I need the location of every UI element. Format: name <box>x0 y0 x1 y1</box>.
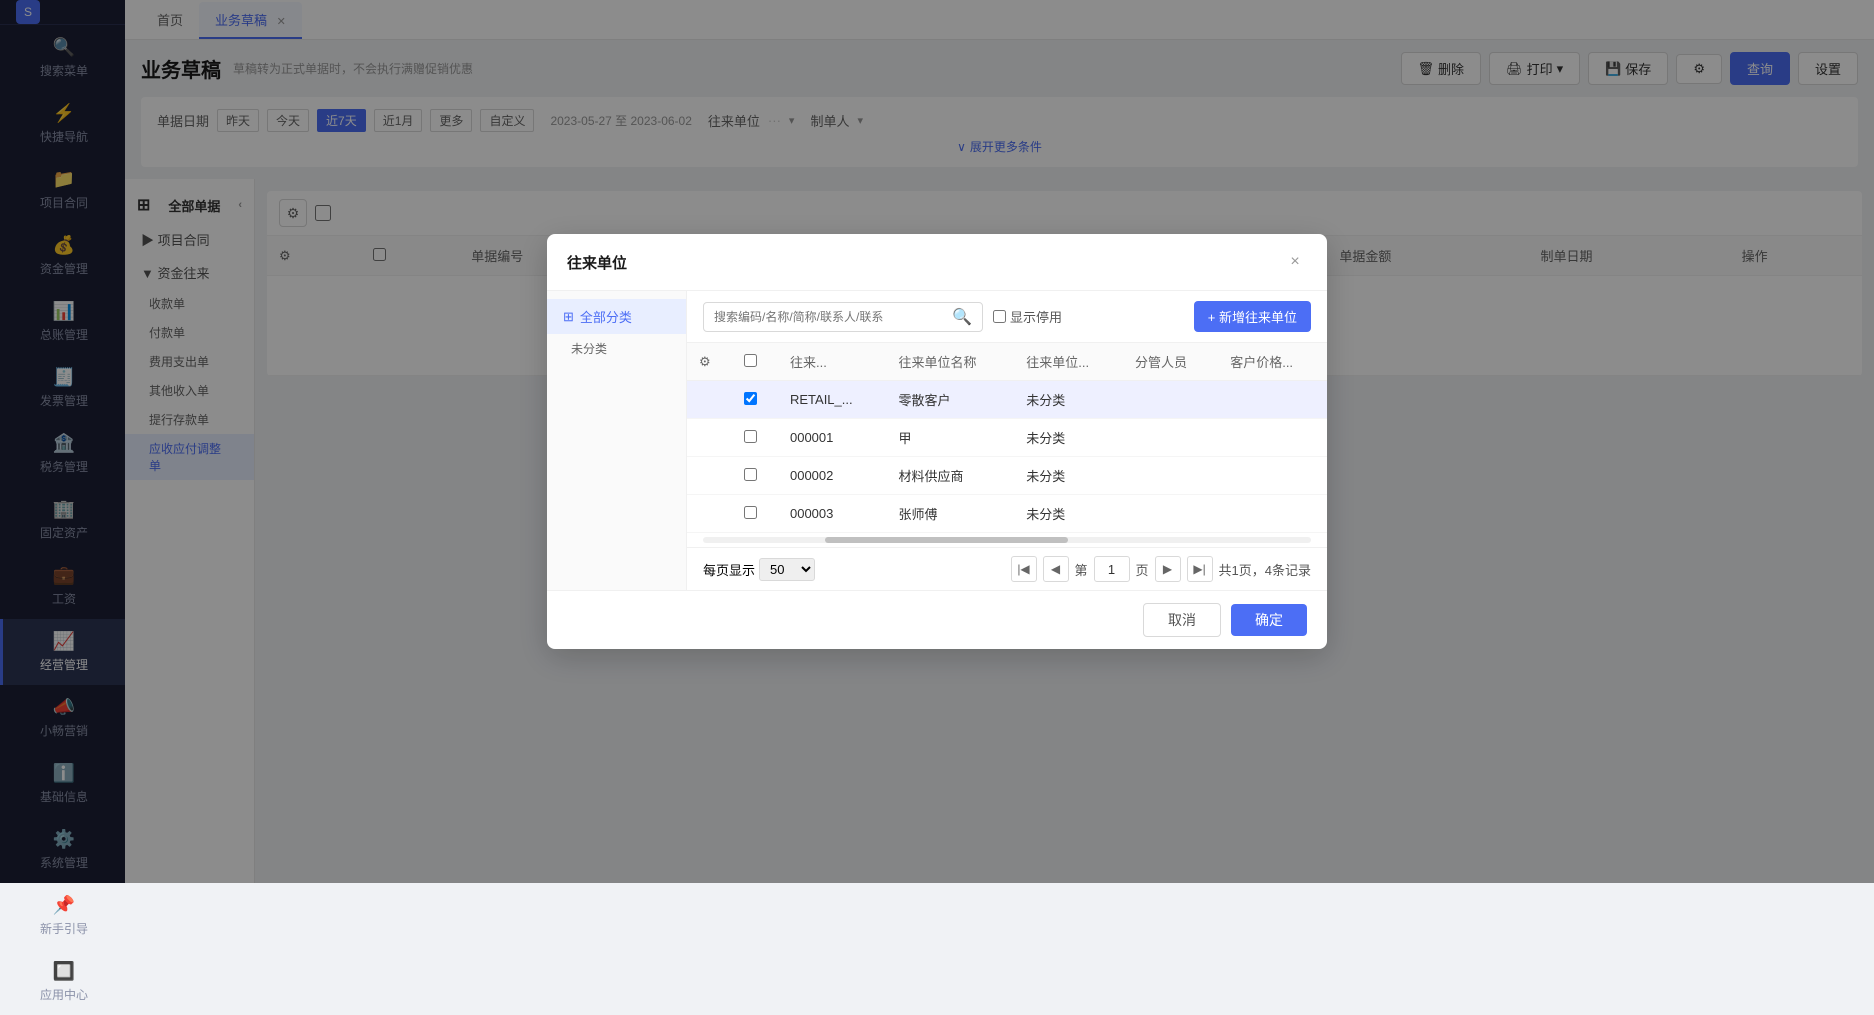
row-settings <box>687 457 732 495</box>
row-checkbox[interactable] <box>732 457 778 495</box>
dialog-nav-unclassified[interactable]: 未分类 <box>547 334 686 363</box>
row-category: 未分类 <box>1014 419 1123 457</box>
sidebar-item-label: 新手引导 <box>40 920 88 937</box>
cancel-button[interactable]: 取消 <box>1143 603 1221 637</box>
row-code: 000003 <box>778 495 886 533</box>
row-name: 材料供应商 <box>886 457 1014 495</box>
grid-category-icon: ⊞ <box>563 309 574 325</box>
table-row[interactable]: 000003 张师傅 未分类 <box>687 495 1327 533</box>
row-name: 张师傅 <box>886 495 1014 533</box>
search-icon: 🔍 <box>952 307 972 327</box>
horizontal-scrollbar[interactable] <box>703 537 1311 543</box>
total-records: 共1页，4条记录 <box>1219 560 1311 579</box>
row-category: 未分类 <box>1014 381 1123 419</box>
sidebar-item-guide[interactable]: 📌 新手引导 <box>0 883 125 949</box>
guide-icon: 📌 <box>53 895 75 916</box>
partner-dialog: 往来单位 × ⊞ 全部分类 未分类 🔍 <box>547 234 1327 649</box>
dialog-close-button[interactable]: × <box>1283 250 1307 274</box>
first-page-button[interactable]: |◀ <box>1011 556 1037 582</box>
dialog-right: 🔍 显示停用 + 新增往来单位 ⚙ <box>687 291 1327 590</box>
row-price <box>1218 419 1327 457</box>
row-code: 000001 <box>778 419 886 457</box>
row-category: 未分类 <box>1014 457 1123 495</box>
sidebar-item-label: 应用中心 <box>40 986 88 1003</box>
show-disabled-label[interactable]: 显示停用 <box>993 307 1062 326</box>
dialog-body: ⊞ 全部分类 未分类 🔍 显示停用 + 新增往来单位 <box>547 291 1327 590</box>
row-settings <box>687 495 732 533</box>
dialog-footer-bar: 每页显示 50 100 |◀ ◀ 第 页 ▶ ▶| 共 <box>687 547 1327 590</box>
dialog-actions: 取消 确定 <box>547 590 1327 649</box>
row-name: 零散客户 <box>886 381 1014 419</box>
row-settings <box>687 419 732 457</box>
table-row[interactable]: 000002 材料供应商 未分类 <box>687 457 1327 495</box>
next-page-button[interactable]: ▶ <box>1155 556 1181 582</box>
dialog-nav-all-category[interactable]: ⊞ 全部分类 <box>547 299 686 334</box>
scrollbar-thumb <box>825 537 1068 543</box>
partner-col-category: 往来单位... <box>1014 343 1123 381</box>
dialog-title: 往来单位 <box>567 252 627 273</box>
row-checkbox[interactable] <box>732 419 778 457</box>
per-page-select[interactable]: 每页显示 50 100 <box>703 558 815 581</box>
row-salesperson <box>1123 495 1218 533</box>
row-checkbox[interactable] <box>732 495 778 533</box>
dialog-header: 往来单位 × <box>547 234 1327 291</box>
dialog-overlay[interactable]: 往来单位 × ⊞ 全部分类 未分类 🔍 <box>0 0 1874 883</box>
partner-table: ⚙ 往来... 往来单位名称 往来单位... 分管人员 客户价格... <box>687 343 1327 533</box>
last-page-button[interactable]: ▶| <box>1187 556 1213 582</box>
partner-col-code: 往来... <box>778 343 886 381</box>
add-partner-button[interactable]: + 新增往来单位 <box>1194 301 1311 332</box>
partner-col-salesperson: 分管人员 <box>1123 343 1218 381</box>
sidebar-item-app-center[interactable]: 🔲 应用中心 <box>0 949 125 1015</box>
row-settings <box>687 381 732 419</box>
row-name: 甲 <box>886 419 1014 457</box>
partner-col-price: 客户价格... <box>1218 343 1327 381</box>
row-price <box>1218 495 1327 533</box>
dialog-toolbar: 🔍 显示停用 + 新增往来单位 <box>687 291 1327 343</box>
partner-col-settings: ⚙ <box>687 343 732 381</box>
app-center-icon: 🔲 <box>53 961 75 982</box>
partner-col-checkbox <box>732 343 778 381</box>
dialog-table-wrap: ⚙ 往来... 往来单位名称 往来单位... 分管人员 客户价格... <box>687 343 1327 533</box>
row-salesperson <box>1123 419 1218 457</box>
row-checkbox[interactable] <box>732 381 778 419</box>
row-code: 000002 <box>778 457 886 495</box>
row-code: RETAIL_... <box>778 381 886 419</box>
row-category: 未分类 <box>1014 495 1123 533</box>
dialog-left-nav: ⊞ 全部分类 未分类 <box>547 291 687 590</box>
prev-page-button[interactable]: ◀ <box>1043 556 1069 582</box>
row-salesperson <box>1123 381 1218 419</box>
search-input[interactable] <box>714 310 946 324</box>
pagination: |◀ ◀ 第 页 ▶ ▶| 共1页，4条记录 <box>1011 556 1312 582</box>
table-row[interactable]: RETAIL_... 零散客户 未分类 <box>687 381 1327 419</box>
row-salesperson <box>1123 457 1218 495</box>
page-number-input[interactable] <box>1094 556 1130 582</box>
row-price <box>1218 381 1327 419</box>
partner-col-name: 往来单位名称 <box>886 343 1014 381</box>
row-price <box>1218 457 1327 495</box>
table-row[interactable]: 000001 甲 未分类 <box>687 419 1327 457</box>
show-disabled-checkbox[interactable] <box>993 310 1006 323</box>
search-input-wrapper[interactable]: 🔍 <box>703 302 983 332</box>
per-page-dropdown[interactable]: 50 100 <box>759 558 815 581</box>
confirm-button[interactable]: 确定 <box>1231 604 1307 636</box>
